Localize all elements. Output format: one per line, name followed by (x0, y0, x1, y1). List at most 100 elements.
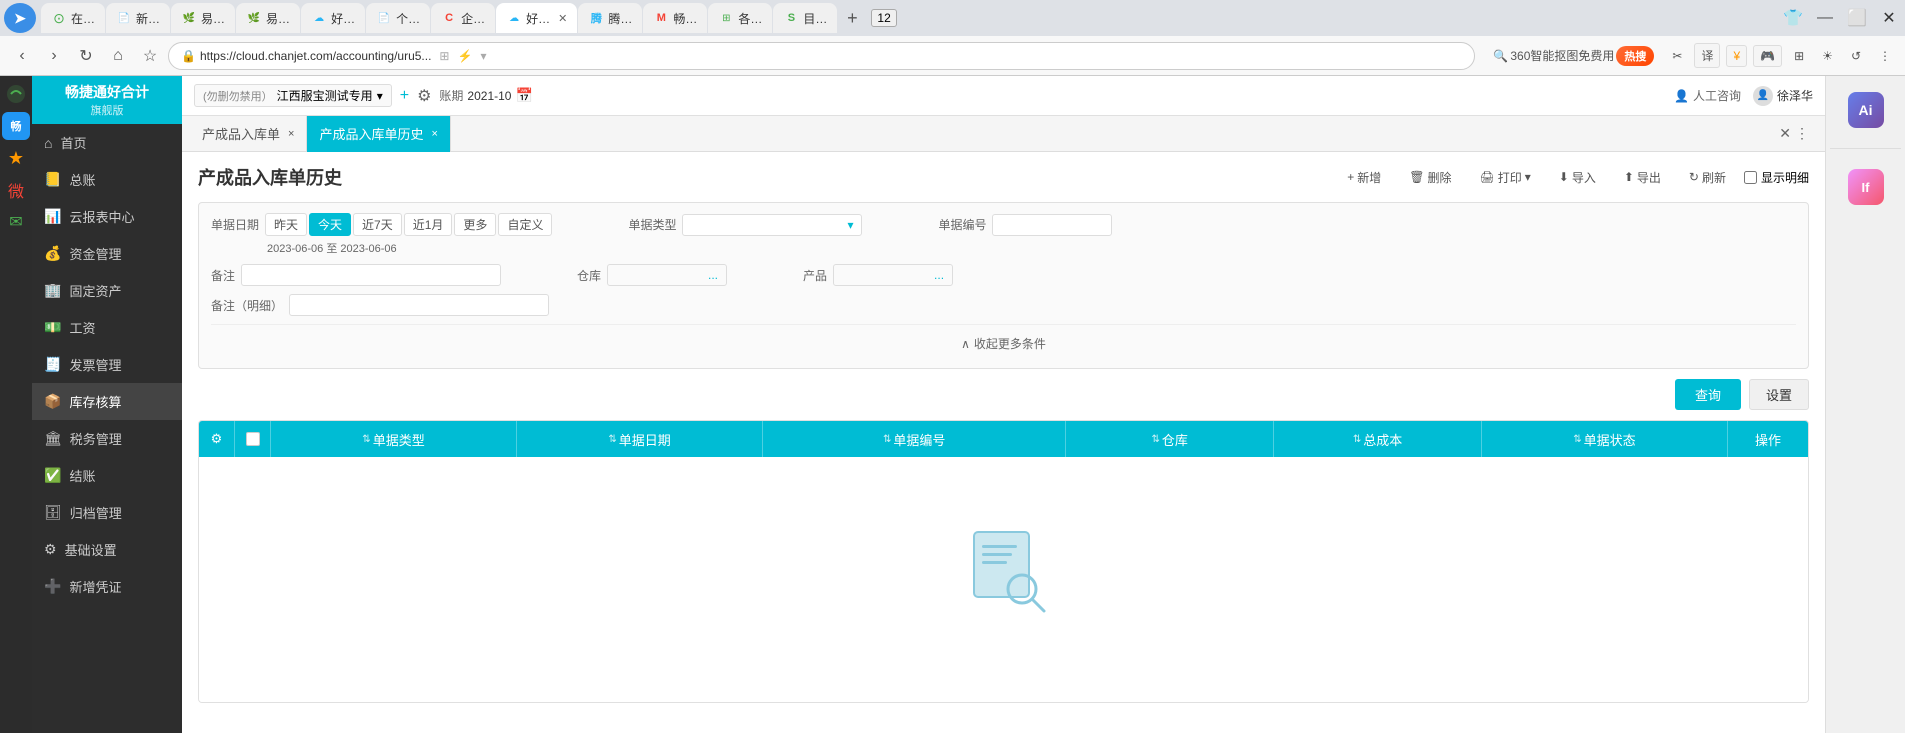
query-button[interactable]: 查询 (1675, 379, 1741, 410)
tab-bill-history[interactable]: 产成品入库单历史 × (307, 116, 450, 152)
tab-7[interactable]: C 企… (431, 3, 495, 33)
tab-2[interactable]: 📄 新… (106, 3, 170, 33)
tab-11[interactable]: ⊞ 各… (708, 3, 772, 33)
th-settings[interactable]: ⚙ (199, 421, 235, 457)
refresh-button[interactable]: ↻ 刷新 (1679, 165, 1736, 190)
maximize-button[interactable]: ⬜ (1845, 6, 1869, 30)
back-button[interactable]: ‹ (8, 42, 36, 70)
tab-10[interactable]: M 畅… (643, 3, 707, 33)
sidebar-item-tax[interactable]: 🏛 税务管理 (32, 420, 182, 457)
browser-menu-btn[interactable]: ⋮ (1873, 46, 1897, 66)
sidebar-item-ledger[interactable]: 📒 总账 (32, 161, 182, 198)
user-name-btn[interactable]: 👤 徐泽华 (1753, 86, 1813, 106)
tab-8[interactable]: ☁ 好… ✕ (496, 3, 577, 33)
th-bill-type[interactable]: ⇅ 单据类型 (271, 421, 517, 457)
calendar-icon[interactable]: 📅 (515, 87, 532, 104)
sidebar-item-payroll[interactable]: 💵 工资 (32, 309, 182, 346)
brightness-btn[interactable]: ☀ (1816, 46, 1839, 66)
minimize-button[interactable]: — (1813, 6, 1837, 30)
bill-type-select[interactable]: ▾ (682, 214, 862, 236)
setting-button[interactable]: 设置 (1749, 379, 1809, 410)
date-btn-today[interactable]: 今天 (309, 213, 351, 236)
sidebar-item-fixed[interactable]: 🏢 固定资产 (32, 272, 182, 309)
app-logo-icon[interactable] (2, 80, 30, 108)
company-select[interactable]: (勿删勿禁用） 江西服宝测试专用 ▾ (194, 84, 392, 107)
add-company-btn[interactable]: + (400, 87, 409, 105)
tab-nav-circle[interactable]: ➤ (4, 3, 36, 33)
th-bill-status[interactable]: ⇅ 单据状态 (1482, 421, 1728, 457)
th-bill-number[interactable]: ⇅ 单据编号 (763, 421, 1066, 457)
tab-close-8[interactable]: ✕ (558, 12, 567, 25)
date-btn-7days[interactable]: 近7天 (353, 213, 402, 236)
th-warehouse[interactable]: ⇅ 仓库 (1066, 421, 1274, 457)
tab-9[interactable]: 腾 腾… (578, 3, 642, 33)
forward-button[interactable]: › (40, 42, 68, 70)
th-check[interactable] (235, 421, 271, 457)
sidebar-item-settlement[interactable]: ✅ 结账 (32, 457, 182, 494)
sidebar-item-fund[interactable]: 💰 资金管理 (32, 235, 182, 272)
bookmark-button[interactable]: ☆ (136, 42, 164, 70)
sidebar-item-inventory[interactable]: 📦 库存核算 (32, 383, 182, 420)
new-tab-button[interactable]: + (838, 4, 866, 32)
th-bill-date[interactable]: ⇅ 单据日期 (517, 421, 763, 457)
tab-bill-list-close[interactable]: × (288, 128, 294, 140)
date-btn-custom[interactable]: 自定义 (498, 213, 552, 236)
settings-company-btn[interactable]: ⚙ (417, 86, 431, 106)
bill-number-input[interactable] (992, 214, 1112, 236)
display-detail-toggle[interactable]: 显示明细 (1744, 169, 1809, 186)
display-detail-checkbox[interactable] (1744, 171, 1757, 184)
tab-4[interactable]: 🌿 易… (236, 3, 300, 33)
tab-1[interactable]: ⊙ 在… (41, 3, 105, 33)
scissor-btn[interactable]: ✂ (1666, 46, 1688, 66)
export-button[interactable]: ⬆ 导出 (1614, 165, 1671, 190)
import-button[interactable]: ⬇ 导入 (1549, 165, 1606, 190)
print-button[interactable]: 🖨 打印 ▾ (1469, 165, 1540, 190)
remark-detail-input[interactable] (289, 294, 549, 316)
more-tabs-btn[interactable]: ⋮ (1795, 125, 1809, 142)
date-btn-yesterday[interactable]: 昨天 (265, 213, 307, 236)
collapse-btn[interactable]: ∧ 收起更多条件 (211, 331, 1796, 356)
tab-5[interactable]: ☁ 好… (301, 3, 365, 33)
tab-bill-list[interactable]: 产成品入库单 × (190, 116, 307, 152)
sidebar-item-archive[interactable]: 🗄 归档管理 (32, 494, 182, 531)
address-input[interactable]: 🔒 https://cloud.chanjet.com/accounting/u… (168, 42, 1475, 70)
product-select[interactable]: ... (833, 264, 953, 286)
sidebar-item-settings[interactable]: ⚙ 基础设置 (32, 531, 182, 568)
sidebar-item-invoice[interactable]: 🧾 发票管理 (32, 346, 182, 383)
game-btn[interactable]: 🎮 (1753, 45, 1782, 67)
currency-btn[interactable]: ¥ (1726, 45, 1747, 67)
tab-counter[interactable]: 12 (871, 9, 896, 27)
remark-input[interactable] (241, 264, 501, 286)
warehouse-select[interactable]: ... (607, 264, 727, 286)
sidebar-item-home[interactable]: ⌂ 首页 (32, 124, 182, 161)
reload-button[interactable]: ↻ (72, 42, 100, 70)
sidebar-item-newbill[interactable]: ➕ 新增凭证 (32, 568, 182, 605)
rotate-btn[interactable]: ↺ (1845, 46, 1867, 66)
translate-btn[interactable]: 译 (1694, 43, 1720, 68)
grid-view-btn[interactable]: ⊞ (1788, 46, 1810, 66)
home-button[interactable]: ⌂ (104, 42, 132, 70)
user-service-btn[interactable]: 👤 人工咨询 (1674, 87, 1741, 104)
add-button[interactable]: + 新增 (1337, 165, 1391, 190)
shirt-icon[interactable]: 👕 (1781, 6, 1805, 30)
sidebar-item-report[interactable]: 📊 云报表中心 (32, 198, 182, 235)
tab-12[interactable]: S 目… (773, 3, 837, 33)
search-toolbar[interactable]: 🔍 360智能抠图免费用 热搜 (1487, 43, 1660, 69)
tab-bill-history-close[interactable]: × (431, 128, 437, 140)
left-icon-weibo[interactable]: 微 (2, 176, 30, 204)
left-icon-email[interactable]: ✉ (2, 208, 30, 236)
close-panel-btn[interactable]: ✕ (1779, 125, 1791, 142)
hot-search-badge[interactable]: 热搜 (1616, 46, 1654, 66)
left-icon-changjie[interactable]: 畅 (2, 112, 30, 140)
th-total-cost[interactable]: ⇅ 总成本 (1274, 421, 1482, 457)
if-btn[interactable]: If (1830, 161, 1901, 213)
tab-3[interactable]: 🌿 易… (171, 3, 235, 33)
delete-button[interactable]: 🗑 删除 (1399, 165, 1461, 190)
ai-assistant-btn[interactable]: Ai (1830, 84, 1901, 136)
tab-6[interactable]: 📄 个… (366, 3, 430, 33)
left-icon-star[interactable]: ★ (2, 144, 30, 172)
close-button[interactable]: ✕ (1877, 6, 1901, 30)
date-btn-1month[interactable]: 近1月 (404, 213, 453, 236)
select-all-checkbox[interactable] (246, 432, 260, 446)
date-btn-more[interactable]: 更多 (454, 213, 496, 236)
